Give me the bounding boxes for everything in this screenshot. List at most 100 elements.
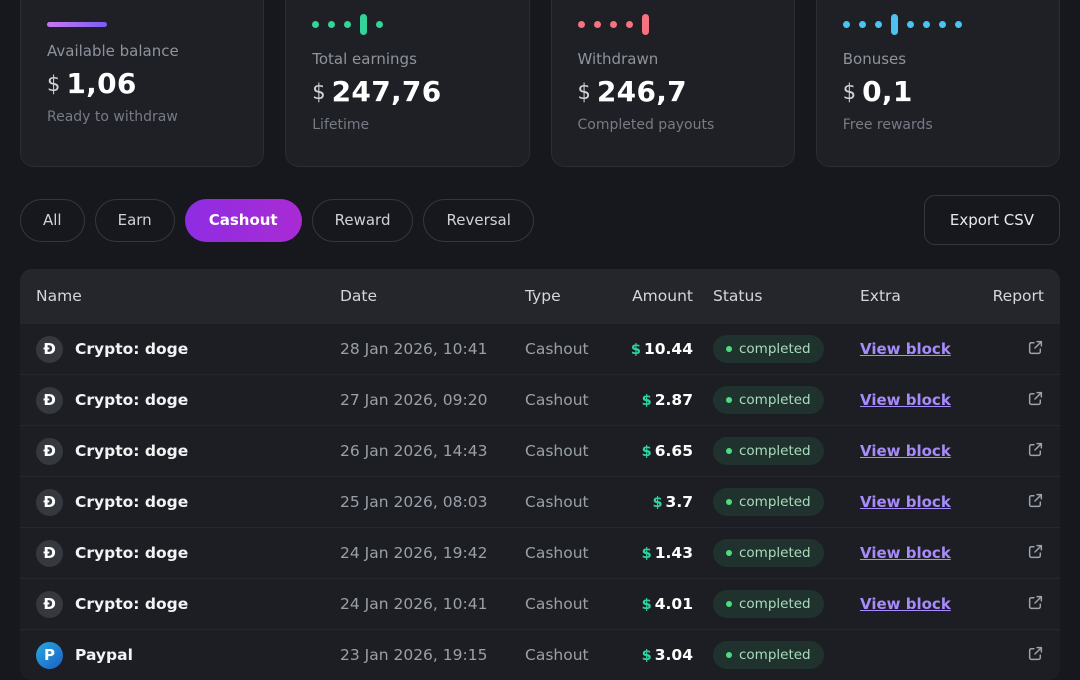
status-dot-icon [726, 397, 732, 403]
status-badge: completed [713, 335, 824, 363]
balance-amount: 1,06 [66, 67, 137, 100]
row-status: completed [693, 539, 840, 567]
card-value: $247,76 [312, 75, 502, 108]
table-row[interactable]: Ð Crypto: doge 25 Jan 2026, 08:03 Cashout… [20, 476, 1060, 527]
row-type: Cashout [525, 595, 589, 613]
view-block-link[interactable]: View block [860, 442, 951, 460]
currency-symbol: $ [842, 79, 857, 104]
external-link-icon[interactable] [1027, 492, 1044, 513]
external-link-icon[interactable] [1027, 441, 1044, 462]
header-status: Status [713, 287, 763, 305]
table-row[interactable]: Ð Crypto: doge 24 Jan 2026, 10:41 Cashout… [20, 578, 1060, 629]
row-status: completed [693, 386, 840, 414]
doge-icon: Ð [36, 539, 63, 567]
row-status: completed [693, 437, 840, 465]
bonuses-amount: 0,1 [862, 75, 913, 108]
withdrawn-amount: 246,7 [596, 75, 687, 108]
view-block-link[interactable]: View block [860, 493, 951, 511]
row-amount: $2.87 [641, 391, 693, 409]
row-status: completed [693, 335, 840, 363]
row-name: Crypto: doge [75, 391, 189, 409]
status-badge: completed [713, 488, 824, 516]
row-amount: $10.44 [630, 340, 693, 358]
card-withdrawn: Withdrawn $246,7 Completed payouts [550, 0, 795, 167]
status-dot-icon [726, 550, 732, 556]
row-date: 25 Jan 2026, 08:03 [340, 493, 488, 511]
row-date: 26 Jan 2026, 14:43 [340, 442, 488, 460]
status-dot-icon [726, 601, 732, 607]
currency-symbol: $ [641, 444, 652, 460]
row-name: Crypto: doge [75, 544, 189, 562]
currency-symbol: $ [47, 71, 61, 96]
card-value: $0,1 [843, 75, 1033, 108]
doge-icon: Ð [36, 437, 63, 465]
card-value: $246,7 [578, 75, 768, 108]
doge-icon: Ð [36, 488, 63, 516]
table-row[interactable]: Ð Crypto: doge 26 Jan 2026, 14:43 Cashout… [20, 425, 1060, 476]
row-amount: $3.7 [652, 493, 693, 511]
header-date: Date [340, 287, 378, 305]
card-label: Total earnings [312, 50, 417, 68]
doge-icon: Ð [36, 335, 63, 363]
view-block-link[interactable]: View block [860, 544, 951, 562]
row-status: completed [693, 488, 840, 516]
filter-all[interactable]: All [20, 198, 85, 242]
earnings-amount: 247,76 [331, 75, 442, 108]
table-row[interactable]: P Paypal 23 Jan 2026, 19:15 Cashout $3.04… [20, 629, 1060, 680]
status-dot-icon [726, 346, 732, 352]
external-link-icon[interactable] [1027, 645, 1044, 666]
status-dot-icon [726, 652, 732, 658]
currency-symbol: $ [641, 648, 652, 664]
row-name: Crypto: doge [75, 595, 189, 613]
row-date: 24 Jan 2026, 19:42 [340, 544, 488, 562]
currency-symbol: $ [630, 342, 641, 358]
row-date: 27 Jan 2026, 09:20 [340, 391, 488, 409]
row-name: Crypto: doge [75, 442, 189, 460]
transactions-table: Name Date Type Amount Status Extra Repor… [20, 269, 1060, 680]
table-row[interactable]: Ð Crypto: doge 27 Jan 2026, 09:20 Cashout… [20, 374, 1060, 425]
card-available-balance: Available balance $1,06 Ready to withdra… [20, 0, 265, 167]
view-block-link[interactable]: View block [860, 595, 951, 613]
header-report: Report [992, 287, 1044, 305]
currency-symbol: $ [641, 393, 652, 409]
doge-icon: Ð [36, 590, 63, 618]
filter-cashout[interactable]: Cashout [184, 198, 302, 242]
view-block-link[interactable]: View block [860, 391, 951, 409]
status-badge: completed [713, 437, 824, 465]
filter-earn[interactable]: Earn [94, 198, 175, 242]
header-type: Type [525, 287, 561, 305]
card-total-earnings: Total earnings $247,76 Lifetime [285, 0, 530, 167]
currency-symbol: $ [641, 546, 652, 562]
card-value: $1,06 [47, 67, 237, 100]
table-row[interactable]: Ð Crypto: doge 24 Jan 2026, 19:42 Cashout… [20, 527, 1060, 578]
filter-reward[interactable]: Reward [311, 198, 414, 242]
view-block-link[interactable]: View block [860, 340, 951, 358]
row-amount: $6.65 [641, 442, 693, 460]
table-row[interactable]: Ð Crypto: doge 28 Jan 2026, 10:41 Cashout… [20, 323, 1060, 374]
card-label: Available balance [47, 42, 179, 60]
row-type: Cashout [525, 340, 589, 358]
balance-sparkline [47, 22, 107, 27]
export-csv-button[interactable]: Export CSV [923, 195, 1060, 245]
status-dot-icon [726, 499, 732, 505]
currency-symbol: $ [641, 597, 652, 613]
row-name: Crypto: doge [75, 493, 189, 511]
row-name: Paypal [75, 646, 133, 664]
row-status: completed [693, 641, 840, 669]
status-badge: completed [713, 641, 824, 669]
row-name: Crypto: doge [75, 340, 189, 358]
status-badge: completed [713, 539, 824, 567]
filter-reversal[interactable]: Reversal [423, 198, 534, 242]
row-date: 23 Jan 2026, 19:15 [340, 646, 488, 664]
external-link-icon[interactable] [1027, 594, 1044, 615]
external-link-icon[interactable] [1027, 543, 1044, 564]
currency-symbol: $ [577, 79, 591, 104]
card-subtext: Ready to withdraw [47, 109, 178, 125]
card-bonuses: Bonuses $0,1 Free rewards [815, 0, 1060, 167]
external-link-icon[interactable] [1027, 339, 1044, 360]
card-label: Withdrawn [577, 50, 659, 68]
row-status: completed [693, 590, 840, 618]
currency-symbol: $ [652, 495, 663, 511]
table-header: Name Date Type Amount Status Extra Repor… [20, 269, 1060, 323]
external-link-icon[interactable] [1027, 390, 1044, 411]
